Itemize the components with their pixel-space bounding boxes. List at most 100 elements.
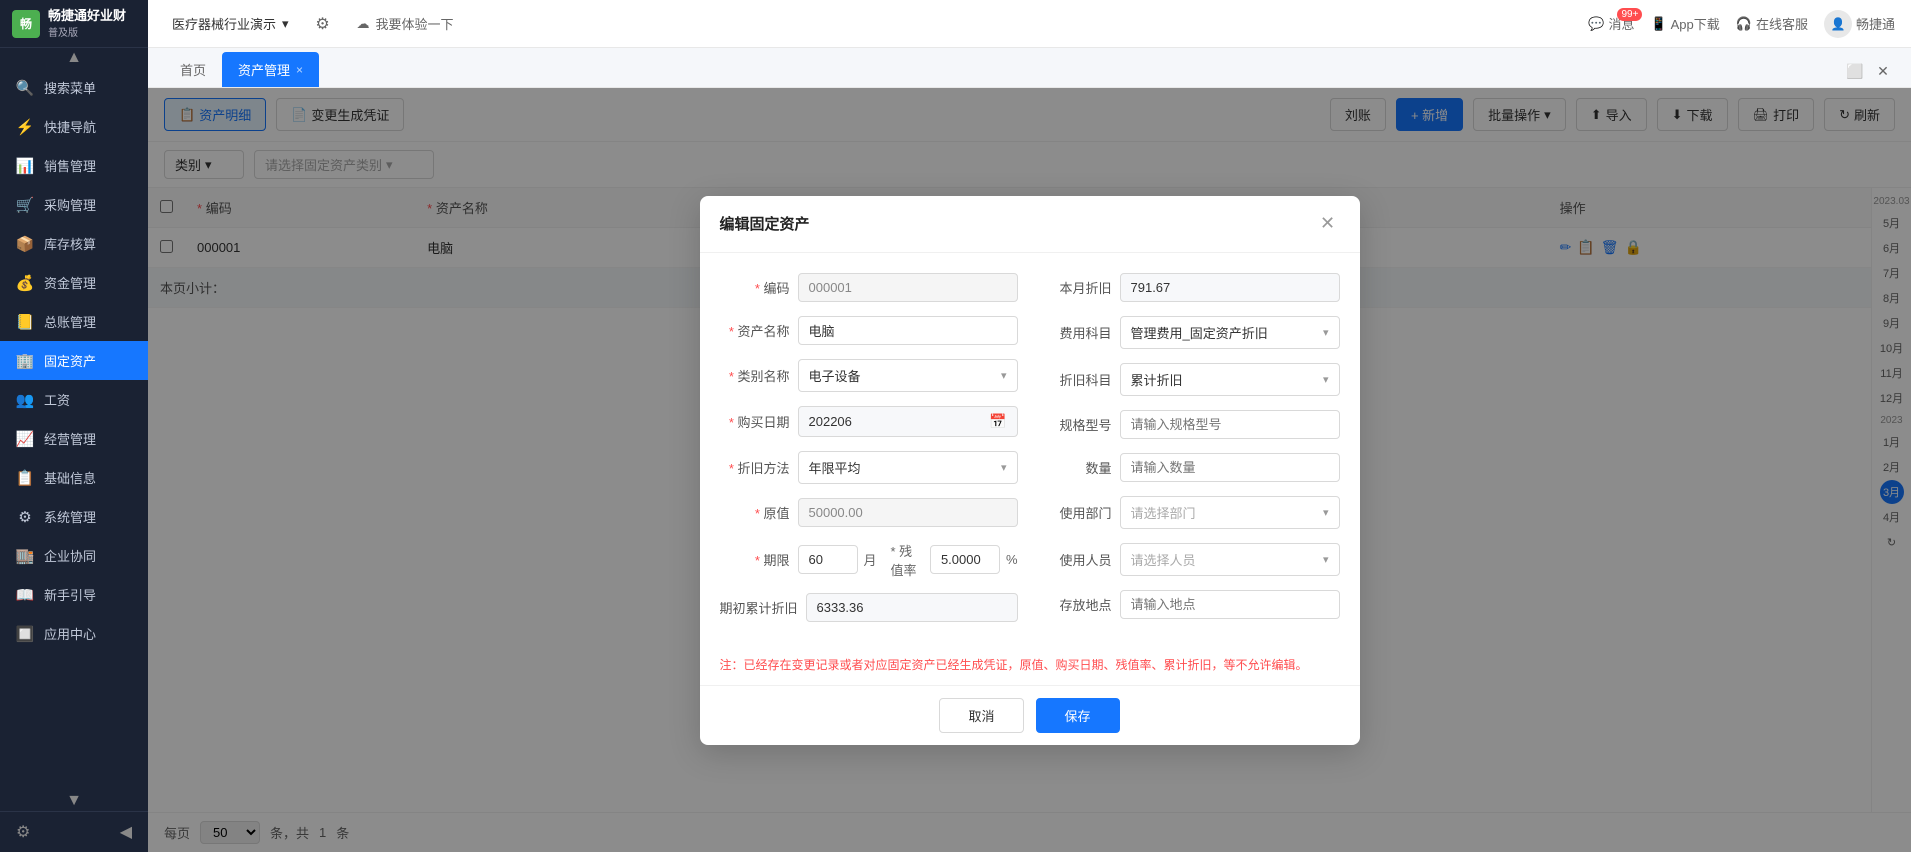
sidebar-item-label: 采购管理 — [44, 195, 96, 214]
sidebar-item-label: 企业协同 — [44, 546, 96, 565]
system-icon: ⚙ — [16, 508, 34, 526]
location-input[interactable] — [1120, 590, 1340, 619]
sidebar-item-label: 资金管理 — [44, 273, 96, 292]
sidebar-item-system[interactable]: ⚙ 系统管理 — [0, 497, 148, 536]
content-area: 📋 资产明细 📄 变更生成凭证 刘账 + 新增 批量操作 ▾ — [148, 88, 1911, 852]
period-input[interactable] — [798, 545, 858, 574]
quantity-input[interactable] — [1120, 453, 1340, 482]
depr-subject-select[interactable]: 累计折旧 ▾ — [1120, 363, 1340, 396]
notifications-btn[interactable]: 💬 消息 99+ — [1588, 14, 1634, 33]
residual-rate-input[interactable] — [930, 545, 1000, 574]
collapse-sidebar-icon[interactable]: ◀ — [120, 822, 132, 842]
sidebar-item-ledger[interactable]: 📒 总账管理 — [0, 302, 148, 341]
user-btn[interactable]: 👤 畅捷通 — [1824, 10, 1895, 38]
sidebar-nav: 🔍 搜索菜单 ⚡ 快捷导航 📊 销售管理 🛒 采购管理 📦 库存核算 💰 资金管… — [0, 68, 148, 791]
name-input[interactable] — [798, 316, 1018, 345]
sidebar-item-guide[interactable]: 📖 新手引导 — [0, 575, 148, 614]
tab-home[interactable]: 首页 — [164, 52, 222, 87]
rate-label: * 残值率 — [891, 541, 924, 579]
close-window-btn[interactable]: ✕ — [1871, 59, 1895, 83]
guide-icon: 📖 — [16, 586, 34, 604]
sidebar-item-inventory[interactable]: 📦 库存核算 — [0, 224, 148, 263]
form-row-user: 使用人员 请选择人员 ▾ — [1042, 543, 1340, 576]
accum-depr-input[interactable] — [806, 593, 1018, 622]
tabbar: 首页 资产管理 × ⬜ ✕ — [148, 48, 1911, 88]
code-input[interactable] — [798, 273, 1018, 302]
form-label-code: * 编码 — [720, 278, 790, 297]
enterprise-icon: 🏬 — [16, 547, 34, 565]
sidebar-item-label: 新手引导 — [44, 585, 96, 604]
depr-method-chevron-icon: ▾ — [1001, 461, 1007, 474]
sidebar-item-app-center[interactable]: 🔲 应用中心 — [0, 614, 148, 653]
sidebar-scroll-up[interactable]: ▲ — [0, 48, 148, 68]
company-dropdown-icon: ▾ — [282, 16, 289, 32]
user-select[interactable]: 请选择人员 ▾ — [1120, 543, 1340, 576]
form-row-category: * 类别名称 电子设备 ▾ — [720, 359, 1018, 392]
sidebar-item-fixed-assets[interactable]: 🏢 固定资产 — [0, 341, 148, 380]
form-left-col: * 编码 * 资产名称 * 类别名称 — [720, 273, 1018, 636]
tabbar-actions: ⬜ ✕ — [1843, 59, 1895, 87]
sidebar-item-purchase[interactable]: 🛒 采购管理 — [0, 185, 148, 224]
online-service-btn[interactable]: 🎧 在线客服 — [1736, 14, 1808, 33]
sidebar-item-label: 快捷导航 — [44, 117, 96, 136]
cancel-btn[interactable]: 取消 — [939, 698, 1023, 733]
depr-subject-chevron-icon: ▾ — [1323, 373, 1329, 386]
dept-placeholder: 请选择部门 — [1131, 503, 1319, 522]
form-row-depr-method: * 折旧方法 年限平均 ▾ — [720, 451, 1018, 484]
sidebar-item-quick-nav[interactable]: ⚡ 快捷导航 — [0, 107, 148, 146]
edit-asset-modal: 编辑固定资产 ✕ * 编码 — [700, 196, 1360, 745]
form-row-accum-depr: 期初累计折旧 — [720, 593, 1018, 622]
form-row-dept: 使用部门 请选择部门 ▾ — [1042, 496, 1340, 529]
sidebar-item-label: 系统管理 — [44, 507, 96, 526]
sidebar-item-label: 经营管理 — [44, 429, 96, 448]
depr-method-select[interactable]: 年限平均 ▾ — [798, 451, 1018, 484]
modal-body: * 编码 * 资产名称 * 类别名称 — [700, 253, 1360, 656]
rate-unit: % — [1006, 552, 1018, 567]
basic-info-icon: 📋 — [16, 469, 34, 487]
user-placeholder: 请选择人员 — [1131, 550, 1319, 569]
app-center-icon: 🔲 — [16, 625, 34, 643]
app-logo: 畅 — [12, 10, 40, 38]
sidebar-item-search[interactable]: 🔍 搜索菜单 — [0, 68, 148, 107]
topbar: 医疗器械行业演示 ▾ ⚙ ☁ 我要体验一下 💬 消息 99+ 📱 App下载 🎧… — [148, 0, 1911, 48]
form-row-code: * 编码 — [720, 273, 1018, 302]
tab-close-btn[interactable]: × — [296, 63, 303, 77]
topbar-settings-btn[interactable]: ⚙ — [309, 10, 337, 38]
experience-icon: ☁ — [357, 16, 370, 32]
tab-asset-management[interactable]: 资产管理 × — [222, 52, 319, 87]
category-select[interactable]: 电子设备 ▾ — [798, 359, 1018, 392]
sidebar-item-label: 工资 — [44, 390, 70, 409]
fund-icon: 💰 — [16, 274, 34, 292]
topbar-right: 💬 消息 99+ 📱 App下载 🎧 在线客服 👤 畅捷通 — [1588, 10, 1895, 38]
sidebar-item-business[interactable]: 📈 经营管理 — [0, 419, 148, 458]
sidebar-item-basic-info[interactable]: 📋 基础信息 — [0, 458, 148, 497]
main-area: 医疗器械行业演示 ▾ ⚙ ☁ 我要体验一下 💬 消息 99+ 📱 App下载 🎧… — [148, 0, 1911, 852]
settings-bottom-icon[interactable]: ⚙ — [16, 822, 30, 842]
sidebar-item-sales[interactable]: 📊 销售管理 — [0, 146, 148, 185]
sidebar-item-label: 应用中心 — [44, 624, 96, 643]
app-subtitle: 普及版 — [48, 24, 126, 39]
app-download-btn[interactable]: 📱 App下载 — [1650, 14, 1719, 33]
form-label-category: * 类别名称 — [720, 366, 790, 385]
expense-subject-value: 管理费用_固定资产折旧 — [1131, 323, 1319, 342]
expense-subject-select[interactable]: 管理费用_固定资产折旧 ▾ — [1120, 316, 1340, 349]
sidebar-item-enterprise[interactable]: 🏬 企业协同 — [0, 536, 148, 575]
experience-btn[interactable]: ☁ 我要体验一下 — [349, 10, 462, 37]
inventory-icon: 📦 — [16, 235, 34, 253]
category-select-value: 电子设备 — [809, 366, 997, 385]
form-label-dept: 使用部门 — [1042, 503, 1112, 522]
experience-label: 我要体验一下 — [376, 14, 454, 33]
purchase-icon: 🛒 — [16, 196, 34, 214]
dept-select[interactable]: 请选择部门 ▾ — [1120, 496, 1340, 529]
original-value-input[interactable] — [798, 498, 1018, 527]
save-btn[interactable]: 保存 — [1036, 698, 1120, 733]
sidebar-scroll-down[interactable]: ▼ — [0, 791, 148, 811]
sidebar-item-fund[interactable]: 💰 资金管理 — [0, 263, 148, 302]
modal-header: 编辑固定资产 ✕ — [700, 196, 1360, 253]
restore-window-btn[interactable]: ⬜ — [1843, 59, 1867, 83]
monthly-depr-input[interactable] — [1120, 273, 1340, 302]
sidebar-item-salary[interactable]: 👥 工资 — [0, 380, 148, 419]
modal-close-btn[interactable]: ✕ — [1316, 212, 1340, 236]
company-selector[interactable]: 医疗器械行业演示 ▾ — [164, 10, 297, 37]
spec-model-input[interactable] — [1120, 410, 1340, 439]
